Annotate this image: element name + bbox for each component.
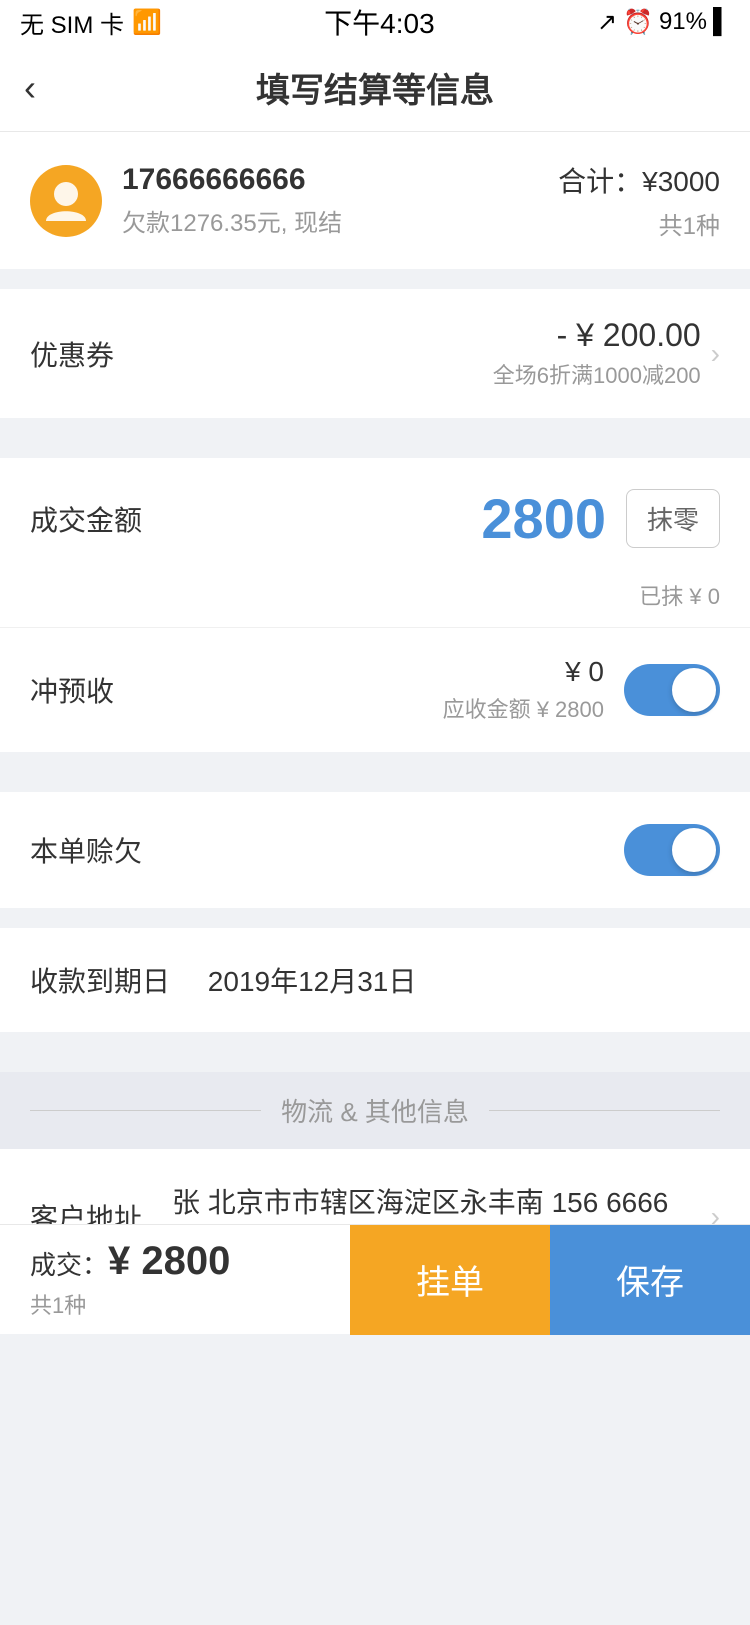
duedate-row: 收款到期日 2019年12月31日: [0, 928, 750, 1032]
avatar: [30, 165, 102, 237]
nav-bar: ‹ 填写结算等信息: [0, 44, 750, 132]
gray-spacer-1: [0, 438, 750, 458]
customer-left: 17666666666 欠款1276.35元, 现结: [30, 163, 342, 238]
total-label-value: 合计：¥3000: [558, 160, 720, 200]
deal-amount-row: 成交金额 2800 抹零: [0, 458, 750, 579]
status-right: ↗ ⏰ 91% ▌: [597, 8, 730, 37]
customer-debt: 欠款1276.35元, 现结: [122, 203, 342, 238]
coupon-section: 优惠券 - ¥ 200.00 全场6折满1000减200 ›: [0, 289, 750, 418]
baddebt-row: 本单赊欠: [0, 792, 750, 908]
bottom-bar: 成交：¥ 2800 共1种 挂单 保存: [0, 1224, 750, 1334]
status-bar: 无 SIM 卡 📶 下午4:03 ↗ ⏰ 91% ▌: [0, 0, 750, 44]
coupon-amount: - ¥ 200.00 全场6折满1000减200: [493, 317, 701, 390]
bottom-gray-space: [0, 1305, 750, 1505]
divider-text: 物流 & 其他信息: [281, 1092, 469, 1129]
battery-icon: ▌: [713, 8, 730, 36]
bottom-deal-row: 成交：¥ 2800: [30, 1239, 320, 1284]
deal-amount-value: 2800: [481, 486, 606, 551]
total-value: ¥3000: [642, 166, 720, 197]
gray-spacer-2: [0, 772, 750, 792]
toggle-knob: [672, 668, 716, 712]
baddebt-toggle[interactable]: [624, 824, 720, 876]
round-zero-button[interactable]: 抹零: [626, 489, 720, 548]
save-button[interactable]: 保存: [550, 1225, 750, 1335]
alarm-icon: ⏰: [623, 8, 653, 37]
customer-phone: 17666666666: [122, 163, 342, 197]
no-sim-text: 无 SIM 卡: [20, 5, 124, 40]
hold-order-button[interactable]: 挂单: [350, 1225, 550, 1335]
coupon-label: 优惠券: [30, 334, 114, 374]
prereceive-amount: ¥ 0 应收金额 ¥ 2800: [443, 656, 604, 724]
prereceive-row: 冲预收 ¥ 0 应收金额 ¥ 2800: [0, 627, 750, 752]
total-label: 合计：: [558, 166, 642, 197]
prereceive-right: ¥ 0 应收金额 ¥ 2800: [443, 656, 720, 724]
battery-text: 91%: [659, 8, 707, 36]
deal-amount-label: 成交金额: [30, 499, 142, 539]
coupon-right: - ¥ 200.00 全场6折满1000减200 ›: [493, 317, 720, 390]
divider-line-right: [489, 1110, 720, 1111]
wifi-icon: 📶: [132, 8, 162, 37]
coupon-value: - ¥ 200.00: [493, 317, 701, 354]
bottom-deal-label: 成交：: [30, 1250, 108, 1280]
already-rounded: 已抹 ¥ 0: [0, 579, 750, 627]
content-area: 17666666666 欠款1276.35元, 现结 合计：¥3000 共1种 …: [0, 132, 750, 1625]
bottom-summary: 成交：¥ 2800 共1种: [0, 1239, 350, 1320]
duedate-value: 2019年12月31日: [208, 966, 417, 997]
bottom-deal-amount: ¥ 2800: [108, 1239, 230, 1283]
prereceive-receivable: 应收金额 ¥ 2800: [443, 692, 604, 724]
customer-total: 合计：¥3000 共1种: [558, 160, 720, 241]
status-left: 无 SIM 卡 📶: [20, 5, 162, 40]
customer-card: 17666666666 欠款1276.35元, 现结 合计：¥3000 共1种: [0, 132, 750, 269]
baddebt-section: 本单赊欠: [0, 792, 750, 908]
logistics-divider: 物流 & 其他信息: [0, 1072, 750, 1149]
duedate-label: 收款到期日: [30, 966, 170, 997]
page-title: 填写结算等信息: [256, 63, 494, 112]
baddebt-label: 本单赊欠: [30, 830, 142, 870]
divider-line-left: [30, 1110, 261, 1111]
coupon-chevron-icon: ›: [711, 338, 720, 370]
deal-section: 成交金额 2800 抹零 已抹 ¥ 0 冲预收 ¥ 0 应收金额 ¥ 2800: [0, 458, 750, 752]
coupon-desc: 全场6折满1000减200: [493, 358, 701, 390]
customer-info: 17666666666 欠款1276.35元, 现结: [122, 163, 342, 238]
gray-spacer-3: [0, 1052, 750, 1072]
prereceive-toggle[interactable]: [624, 664, 720, 716]
deal-amount-right: 2800 抹零: [481, 486, 720, 551]
prereceive-label: 冲预收: [30, 670, 114, 710]
bottom-count: 共1种: [30, 1288, 320, 1320]
duedate-section: 收款到期日 2019年12月31日: [0, 928, 750, 1032]
location-icon: ↗: [597, 8, 617, 37]
baddebt-toggle-knob: [672, 828, 716, 872]
status-time: 下午4:03: [324, 2, 435, 42]
coupon-row[interactable]: 优惠券 - ¥ 200.00 全场6折满1000减200 ›: [0, 289, 750, 418]
customer-count: 共1种: [558, 206, 720, 241]
prereceive-value: ¥ 0: [443, 656, 604, 688]
back-button[interactable]: ‹: [24, 67, 36, 109]
